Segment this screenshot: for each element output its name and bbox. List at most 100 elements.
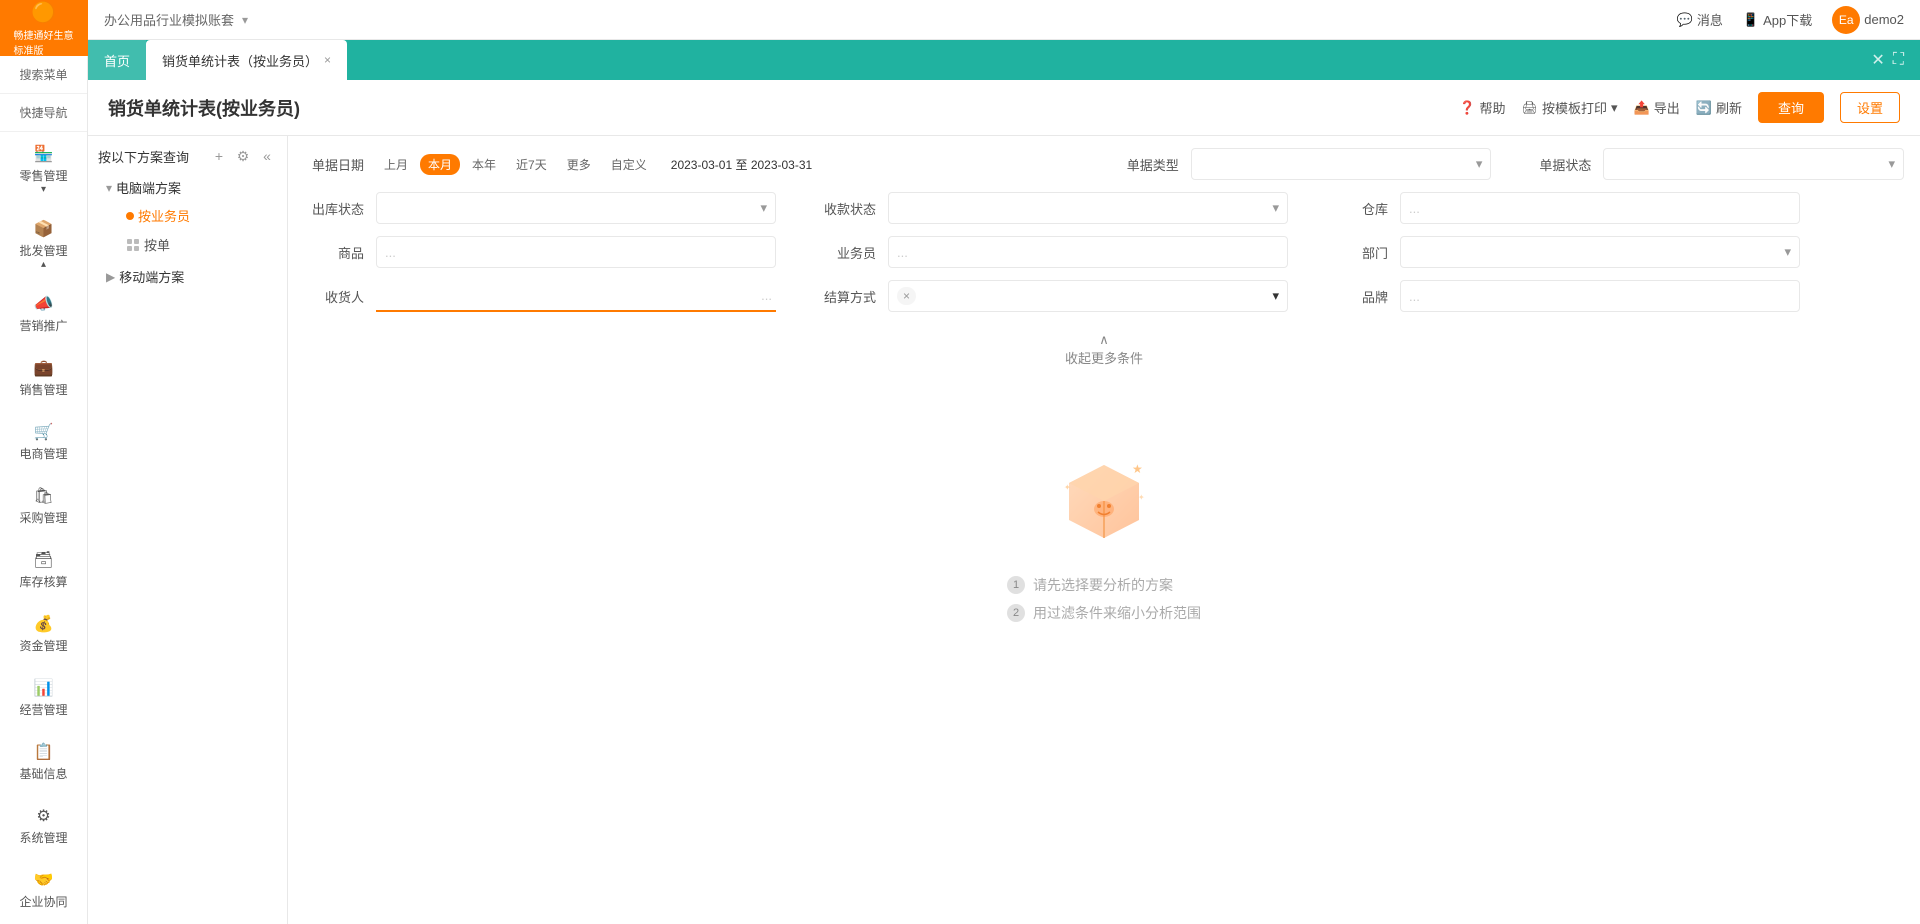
tab-close-icon[interactable]: × [324,53,331,67]
date-tab-this-year[interactable]: 本年 [464,154,504,175]
sidebar-quick-nav-label[interactable]: 快捷导航 [0,104,87,121]
date-tab-this-month[interactable]: 本月 [420,154,460,175]
payment-status-label: 收款状态 [816,199,876,218]
app-download-label: App下载 [1763,10,1812,29]
sidebar-item-enterprise[interactable]: 🤝 企业协同 [0,858,87,922]
refresh-button[interactable]: 🔄 刷新 [1696,98,1742,117]
sidebar-item-operations[interactable]: 📊 经营管理 [0,666,87,730]
consignee-dots[interactable]: ... [761,288,772,303]
sidebar-item-ecommerce[interactable]: 🛒 电商管理 [0,410,87,474]
finance-icon: 💰 [34,614,54,634]
header-actions: ❓ 帮助 🖨 按模板打印 ▾ 📤 导出 🔄 刷新 查询 设置 [1459,92,1900,123]
system-icon: ⚙ [36,806,50,826]
product-input[interactable]: ... [376,236,776,268]
date-range-value: 2023-03-01 至 2023-03-31 [671,156,812,173]
delivery-status-select[interactable]: ▾ [376,192,776,224]
print-dropdown-icon: ▾ [1611,100,1618,116]
tree-mobile-section[interactable]: ▶ 移动端方案 [98,263,277,290]
collapse-bar[interactable]: ∧ 收起更多条件 [304,324,1904,375]
sidebar-item-finance[interactable]: 💰 资金管理 [0,602,87,666]
main-area: 办公用品行业模拟账套 ▾ 💬 消息 📱 App下载 Ea demo2 首页 销货… [88,0,1920,924]
download-icon: 📱 [1743,12,1759,28]
scheme-settings-icon[interactable]: ⚙ [233,146,253,166]
tab-sales-report-label: 销货单统计表（按业务员） [162,51,318,70]
tree-item-by-order-label: 按单 [144,235,170,254]
warehouse-input[interactable]: ... [1400,192,1800,224]
product-label: 商品 [304,243,364,262]
refresh-label: 刷新 [1716,98,1742,117]
sidebar-quick-nav[interactable]: 快捷导航 [0,94,87,132]
empty-state: ★ ✦ ✦ 1 请先选择要分析的方案 2 用过滤条件来缩小分析范围 [304,375,1904,691]
consignee-input[interactable]: ... [376,280,776,312]
print-icon: 🖨 [1522,100,1539,116]
date-tab-custom[interactable]: 自定义 [603,154,655,175]
purchase-icon: 🛍 [33,486,53,506]
content-body: 按以下方案查询 + ⚙ « ▾ 电脑端方案 按业务员 [88,136,1920,924]
sidebar-search-label[interactable]: 搜索菜单 [0,66,87,83]
sidebar-item-retail[interactable]: 🏪 零售管理 ▾ [0,132,87,207]
empty-hint-2: 2 用过滤条件来缩小分析范围 [1007,603,1201,623]
empty-state-icon: ★ ✦ ✦ [1044,435,1164,555]
collapse-panel-icon[interactable]: « [257,146,277,166]
sidebar-item-marketing[interactable]: 📣 营销推广 [0,282,87,346]
user-profile[interactable]: Ea demo2 [1832,6,1904,34]
topbar-left: 办公用品行业模拟账套 ▾ [104,10,248,29]
tree-item-by-staff[interactable]: 按业务员 [118,201,277,230]
collapse-icon: ∧ [304,332,1904,348]
sidebar-item-purchase[interactable]: 🛍 采购管理 [0,474,87,538]
sidebar-item-sales[interactable]: 💼 销售管理 [0,346,87,410]
settlement-select[interactable]: × ▾ [888,280,1288,312]
svg-text:✦: ✦ [1064,483,1071,492]
export-button[interactable]: 📤 导出 [1634,98,1680,117]
export-icon: 📤 [1634,100,1650,116]
add-scheme-button[interactable]: + [209,146,229,166]
order-type-select[interactable]: ▾ [1191,148,1492,180]
topbar-right: 💬 消息 📱 App下载 Ea demo2 [1677,6,1904,34]
tree-item-by-order[interactable]: 按单 [118,230,277,259]
order-status-select[interactable]: ▾ [1603,148,1904,180]
query-button[interactable]: 查询 [1758,92,1824,123]
sidebar-item-system[interactable]: ⚙ 系统管理 [0,794,87,858]
staff-input[interactable]: ... [888,236,1288,268]
sidebar-item-wholesale[interactable]: 📦 批发管理 ▴ [0,207,87,282]
settlement-tag-close[interactable]: × [903,289,910,303]
app-download-button[interactable]: 📱 App下载 [1743,10,1812,29]
filter-row-1: 单据日期 上月 本月 本年 近7天 更多 自定义 2023-03-01 至 20… [304,148,1904,180]
app-dropdown-icon[interactable]: ▾ [242,13,248,27]
settlement-chevron: ▾ [1272,288,1279,304]
hint-text-2: 用过滤条件来缩小分析范围 [1033,603,1201,623]
sidebar-item-basic[interactable]: 📋 基础信息 [0,730,87,794]
help-button[interactable]: ❓ 帮助 [1459,98,1505,117]
delivery-status-label: 出库状态 [304,199,364,218]
tree-desktop-section[interactable]: ▾ 电脑端方案 [98,174,277,201]
left-panel-header: 按以下方案查询 + ⚙ « [98,146,277,166]
print-button[interactable]: 🖨 按模板打印 ▾ [1522,98,1618,117]
left-panel-actions: + ⚙ « [209,146,277,166]
sidebar-item-inventory[interactable]: 🗃 库存核算 [0,538,87,602]
product-dots: ... [385,245,396,260]
dept-select[interactable]: ▾ [1400,236,1800,268]
tab-maximize-icon[interactable]: ⛶ [1893,51,1904,69]
tab-home-label: 首页 [104,51,130,70]
sidebar-search[interactable]: 搜索菜单 [0,56,87,94]
date-tabs: 上月 本月 本年 近7天 更多 自定义 [376,154,655,175]
tree-expand-icon: ▾ [106,181,112,195]
message-button[interactable]: 💬 消息 [1677,10,1723,29]
tree-desktop-children: 按业务员 按单 [98,201,277,259]
empty-hints: 1 请先选择要分析的方案 2 用过滤条件来缩小分析范围 [1007,575,1201,631]
hint-text-1: 请先选择要分析的方案 [1033,575,1173,595]
settings-button[interactable]: 设置 [1840,92,1900,123]
page-title: 销货单统计表(按业务员) [108,95,300,121]
date-tab-more[interactable]: 更多 [559,154,599,175]
date-tab-7days[interactable]: 近7天 [508,154,555,175]
brand-input[interactable]: ... [1400,280,1800,312]
consignee-text-input[interactable] [380,288,761,303]
export-label: 导出 [1654,98,1680,117]
payment-status-select[interactable]: ▾ [888,192,1288,224]
tab-home[interactable]: 首页 [88,40,146,80]
date-tab-last-month[interactable]: 上月 [376,154,416,175]
tab-sales-report[interactable]: 销货单统计表（按业务员） × [146,40,347,80]
tab-close-window-icon[interactable]: ✕ [1871,50,1884,70]
app-name: 办公用品行业模拟账套 [104,10,234,29]
settlement-tag: × [897,287,916,305]
